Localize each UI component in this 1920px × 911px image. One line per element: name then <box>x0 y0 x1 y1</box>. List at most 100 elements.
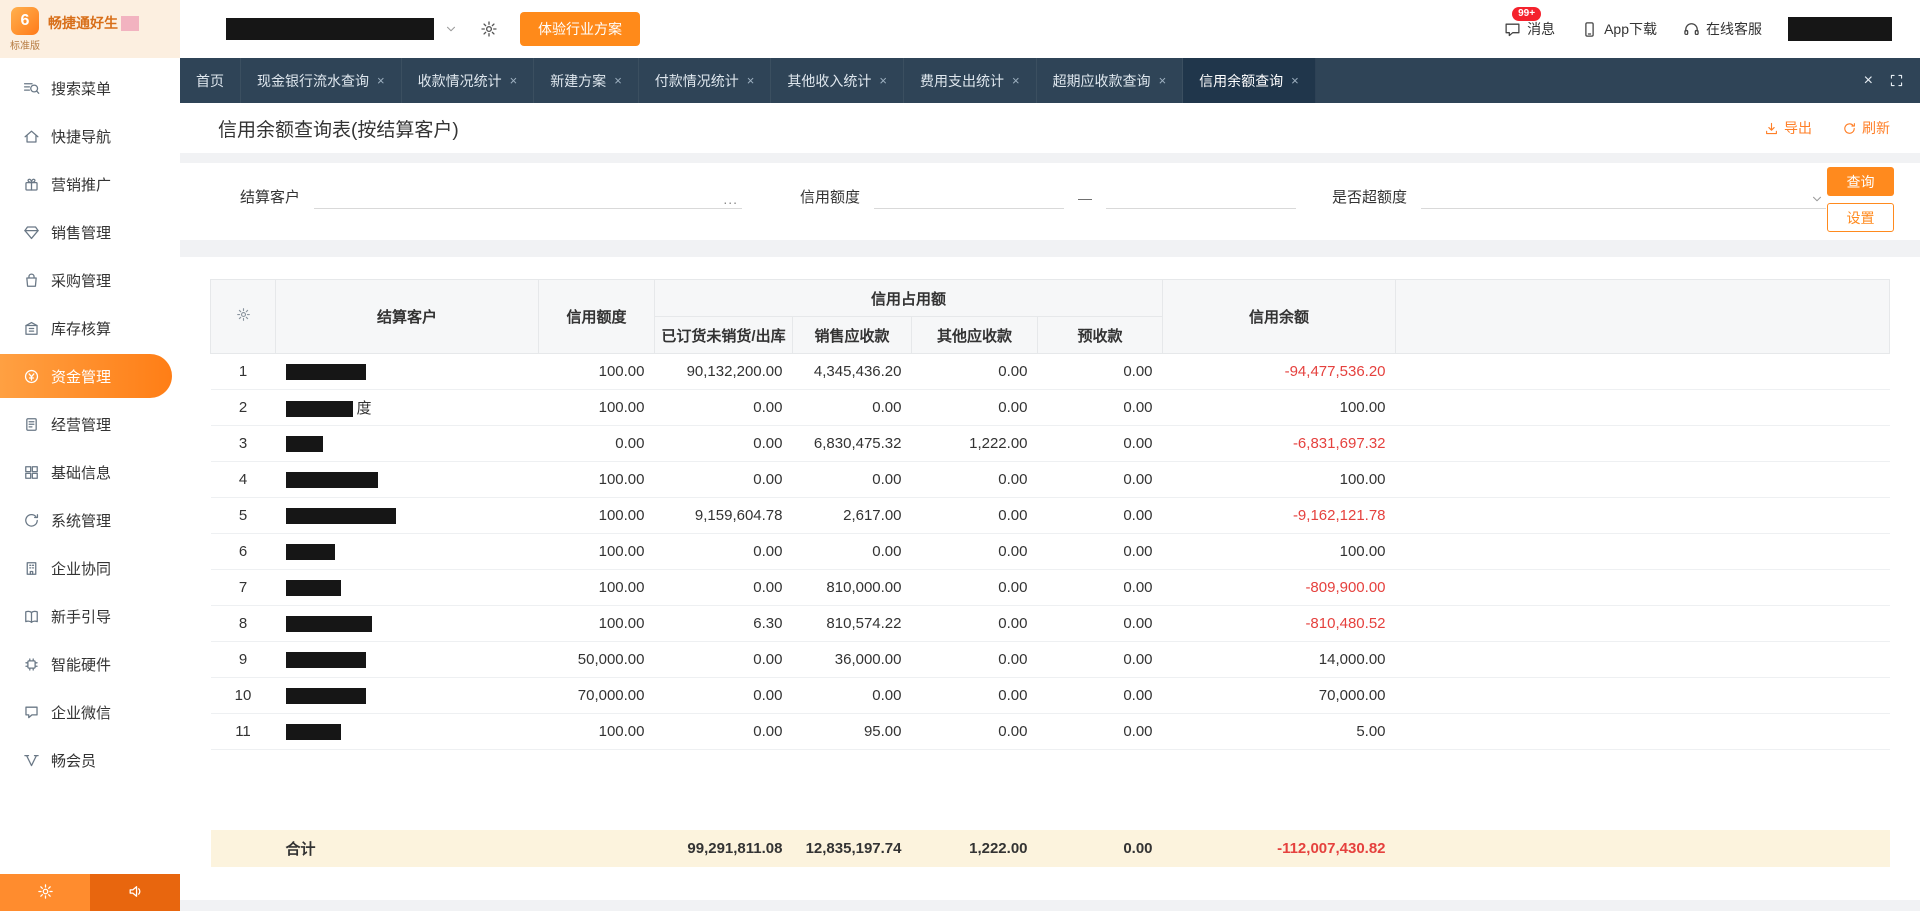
tab-other-income-stats[interactable]: 其他收入统计 × <box>771 58 904 103</box>
customer-cell-redacted <box>275 497 539 534</box>
tab-payment-stats[interactable]: 付款情况统计 × <box>639 58 772 103</box>
header-credit-limit: 信用额度 <box>538 279 655 354</box>
tab-close-icon[interactable]: × <box>879 73 887 88</box>
online-service-button[interactable]: 在线客服 <box>1683 19 1762 39</box>
sidebar-item-member[interactable]: 畅会员 <box>0 736 180 784</box>
base-info-icon <box>22 464 40 481</box>
tab-expense-stats[interactable]: 费用支出统计 × <box>904 58 1037 103</box>
sidebar-item-purchase[interactable]: 采购管理 <box>0 256 180 304</box>
export-icon <box>1764 121 1779 136</box>
sidebar-item-system[interactable]: 系统管理 <box>0 496 180 544</box>
table-row[interactable]: 3 0.00 0.00 6,830,475.32 1,222.00 0.00 -6,831,… <box>210 425 1890 462</box>
row-number: 2 <box>210 389 276 426</box>
sidebar-item-hardware[interactable]: 智能硬件 <box>0 640 180 688</box>
sidebar-item-funds[interactable]: 资金管理 <box>0 354 172 398</box>
speaker-icon <box>127 883 144 903</box>
account-redacted[interactable] <box>1788 17 1892 41</box>
tab-close-icon[interactable]: × <box>1159 73 1167 88</box>
header-other-receivable: 其他应收款 <box>911 316 1038 354</box>
sidebar-item-operations[interactable]: 经营管理 <box>0 400 180 448</box>
table-row[interactable]: 9 50,000.00 0.00 36,000.00 0.00 0.00 14,000.00 <box>210 641 1890 678</box>
export-button[interactable]: 导出 <box>1764 118 1812 138</box>
tab-home[interactable]: 首页 <box>180 58 241 103</box>
table-row[interactable]: 2 度 100.00 0.00 0.00 0.00 0.00 100.00 <box>210 389 1890 426</box>
tab-list: 首页 现金银行流水查询 × 收款情况统计 × 新建方案 × 付款情况统计 × 其他收入统计 × 费用支… <box>180 58 1316 103</box>
refresh-icon <box>1842 121 1857 136</box>
page-title: 信用余额查询表(按结算客户) <box>218 119 459 141</box>
table-row[interactable]: 6 100.00 0.00 0.00 0.00 0.00 100.00 <box>210 533 1890 570</box>
gear-icon[interactable] <box>480 20 498 38</box>
sidebar-item-base-info[interactable]: 基础信息 <box>0 448 180 496</box>
sidebar-settings-button[interactable] <box>0 874 90 911</box>
row-number: 4 <box>210 461 276 498</box>
workspace-dropdown-redacted[interactable] <box>226 18 434 40</box>
over-limit-select[interactable] <box>1421 187 1827 209</box>
customer-picker-button[interactable]: ... <box>723 191 738 207</box>
row-number: 3 <box>210 425 276 462</box>
customer-filter-label: 结算客户 <box>240 189 301 206</box>
sidebar-item-sales[interactable]: 销售管理 <box>0 208 180 256</box>
chevron-down-icon[interactable] <box>444 22 458 36</box>
table-row[interactable]: 1 100.00 90,132,200.00 4,345,436.20 0.00 0.00… <box>210 353 1890 390</box>
sidebar-item-guide[interactable]: 新手引导 <box>0 592 180 640</box>
messages-badge: 99+ <box>1512 7 1542 21</box>
header-advance-received: 预收款 <box>1036 316 1164 354</box>
sidebar-item-search-menu[interactable]: 搜索菜单 <box>0 64 180 112</box>
sidebar-item-marketing[interactable]: 营销推广 <box>0 160 180 208</box>
tab-credit-balance[interactable]: 信用余额查询 × <box>1183 58 1316 103</box>
tab-close-icon[interactable]: × <box>377 73 385 88</box>
collab-icon <box>22 560 40 577</box>
row-number: 6 <box>210 533 276 570</box>
sidebar-menu: 搜索菜单 快捷导航 营销推广 销售管理 采购管理 库存核算 资金管理 经营管理 基础信息 系统管理… <box>0 58 180 874</box>
credit-limit-max-input[interactable] <box>1106 187 1297 209</box>
quick-nav-icon <box>22 128 40 145</box>
gear-icon <box>37 883 54 903</box>
sidebar-item-inventory[interactable]: 库存核算 <box>0 304 180 352</box>
purchase-icon <box>22 272 40 289</box>
inventory-icon <box>22 320 40 337</box>
tab-cash-bank-flow[interactable]: 现金银行流水查询 × <box>241 58 402 103</box>
app-name: 畅捷通好生 <box>48 13 139 33</box>
credit-limit-min-input[interactable] <box>874 187 1065 209</box>
sidebar-item-quick-nav[interactable]: 快捷导航 <box>0 112 180 160</box>
close-all-tabs-icon[interactable]: × <box>1864 72 1873 90</box>
trial-plan-button[interactable]: 体验行业方案 <box>520 12 640 46</box>
settings-button[interactable]: 设置 <box>1827 203 1894 232</box>
row-number: 1 <box>210 353 276 390</box>
fullscreen-icon[interactable] <box>1889 73 1904 88</box>
tab-overdue-receivable[interactable]: 超期应收款查询 × <box>1037 58 1184 103</box>
header-credit-balance: 信用余额 <box>1162 279 1397 354</box>
sidebar-item-collab[interactable]: 企业协同 <box>0 544 180 592</box>
table-row[interactable]: 5 100.00 9,159,604.78 2,617.00 0.00 0.00 -9,16… <box>210 497 1890 534</box>
tab-close-icon[interactable]: × <box>1291 73 1299 88</box>
tab-new-plan[interactable]: 新建方案 × <box>534 58 639 103</box>
customer-filter-input[interactable]: ... <box>314 187 743 209</box>
table-row[interactable]: 7 100.00 0.00 810,000.00 0.00 0.00 -809,900.00 <box>210 569 1890 606</box>
table-row[interactable]: 4 100.00 0.00 0.00 0.00 0.00 100.00 <box>210 461 1890 498</box>
guide-icon <box>22 608 40 625</box>
header-credit-used-group: 信用占用额 <box>653 279 1164 317</box>
table-row[interactable]: 11 100.00 0.00 95.00 0.00 0.00 5.00 <box>210 713 1890 750</box>
tab-close-icon[interactable]: × <box>747 73 755 88</box>
tab-close-icon[interactable]: × <box>614 73 622 88</box>
credit-limit-filter-label: 信用额度 <box>800 189 861 206</box>
wechat-icon <box>22 704 40 721</box>
messages-button[interactable]: 消息 99+ <box>1504 7 1555 39</box>
sidebar-announcement-button[interactable] <box>90 874 180 911</box>
title-bar: 信用余额查询表(按结算客户) 导出 刷新 <box>180 103 1920 153</box>
total-label: 合计 <box>275 829 539 867</box>
table-row[interactable]: 10 70,000.00 0.00 0.00 0.00 0.00 70,000.00 <box>210 677 1890 714</box>
tab-close-icon[interactable]: × <box>1012 73 1020 88</box>
column-settings-button[interactable] <box>210 279 276 354</box>
tab-receipt-stats[interactable]: 收款情况统计 × <box>402 58 535 103</box>
refresh-button[interactable]: 刷新 <box>1842 118 1890 138</box>
sidebar-item-wechat[interactable]: 企业微信 <box>0 688 180 736</box>
tab-close-icon[interactable]: × <box>510 73 518 88</box>
header-customer: 结算客户 <box>275 279 539 354</box>
table-row[interactable]: 8 100.00 6.30 810,574.22 0.00 0.00 -810,480.52 <box>210 605 1890 642</box>
phone-icon <box>1581 21 1598 38</box>
app-download-button[interactable]: App下载 <box>1581 19 1657 39</box>
sidebar: 6 标准版 畅捷通好生 搜索菜单 快捷导航 营销推广 销售管理 采购管理 库存核算 资金管理… <box>0 0 180 911</box>
query-button[interactable]: 查询 <box>1827 167 1894 196</box>
gear-icon <box>236 308 251 326</box>
